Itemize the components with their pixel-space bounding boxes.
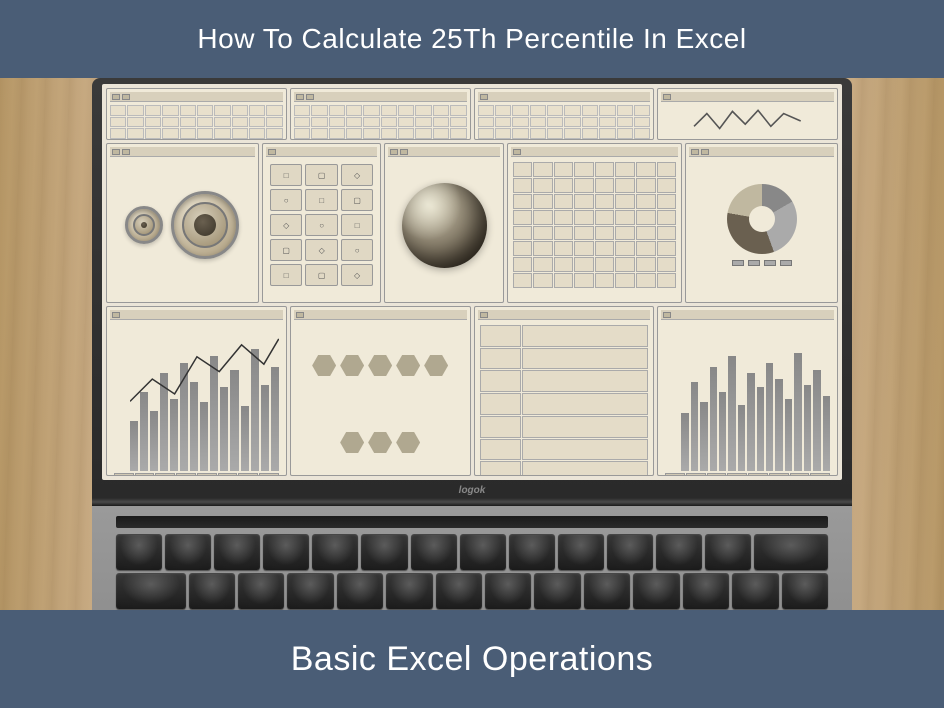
- laptop-screen-dashboard: □▢◇ ○□▢ ◇○□ ▢◇○ □▢◇: [102, 84, 842, 480]
- gauge-dial-icon: [125, 206, 163, 244]
- donut-chart-panel: [685, 143, 838, 303]
- mini-panel: [290, 88, 471, 140]
- list-table-panel: [474, 306, 655, 476]
- globe-icon: [402, 183, 487, 268]
- mini-sparkline-panel: [657, 88, 838, 140]
- globe-panel: [384, 143, 503, 303]
- button-grid-panel: □▢◇ ○□▢ ◇○□ ▢◇○ □▢◇: [262, 143, 381, 303]
- gauge-dial-icon: [171, 191, 239, 259]
- dial-panel: [106, 143, 259, 303]
- laptop-brand-text: logok: [459, 485, 486, 496]
- dashboard-row-middle: □▢◇ ○□▢ ◇○□ ▢◇○ □▢◇: [106, 143, 838, 303]
- mini-panel: [106, 88, 287, 140]
- bar-line-chart-panel: [106, 306, 287, 476]
- laptop-illustration: □▢◇ ○□▢ ◇○□ ▢◇○ □▢◇: [92, 78, 852, 666]
- mini-panel: [474, 88, 655, 140]
- laptop-hinge: [92, 498, 852, 506]
- dashboard-row-top: [106, 88, 838, 140]
- top-banner: How To Calculate 25Th Percentile In Exce…: [0, 0, 944, 78]
- bottom-banner: Basic Excel Operations: [0, 610, 944, 708]
- touch-bar: [116, 516, 828, 528]
- donut-chart-icon: [727, 184, 797, 254]
- category-title: Basic Excel Operations: [291, 640, 654, 679]
- dashboard-row-bottom: [106, 306, 838, 476]
- hex-shapes-panel: [290, 306, 471, 476]
- page-title: How To Calculate 25Th Percentile In Exce…: [197, 23, 746, 55]
- bar-chart-panel: [657, 306, 838, 476]
- data-table-panel: [507, 143, 682, 303]
- laptop-screen-bezel: □▢◇ ○□▢ ◇○□ ▢◇○ □▢◇: [92, 78, 852, 498]
